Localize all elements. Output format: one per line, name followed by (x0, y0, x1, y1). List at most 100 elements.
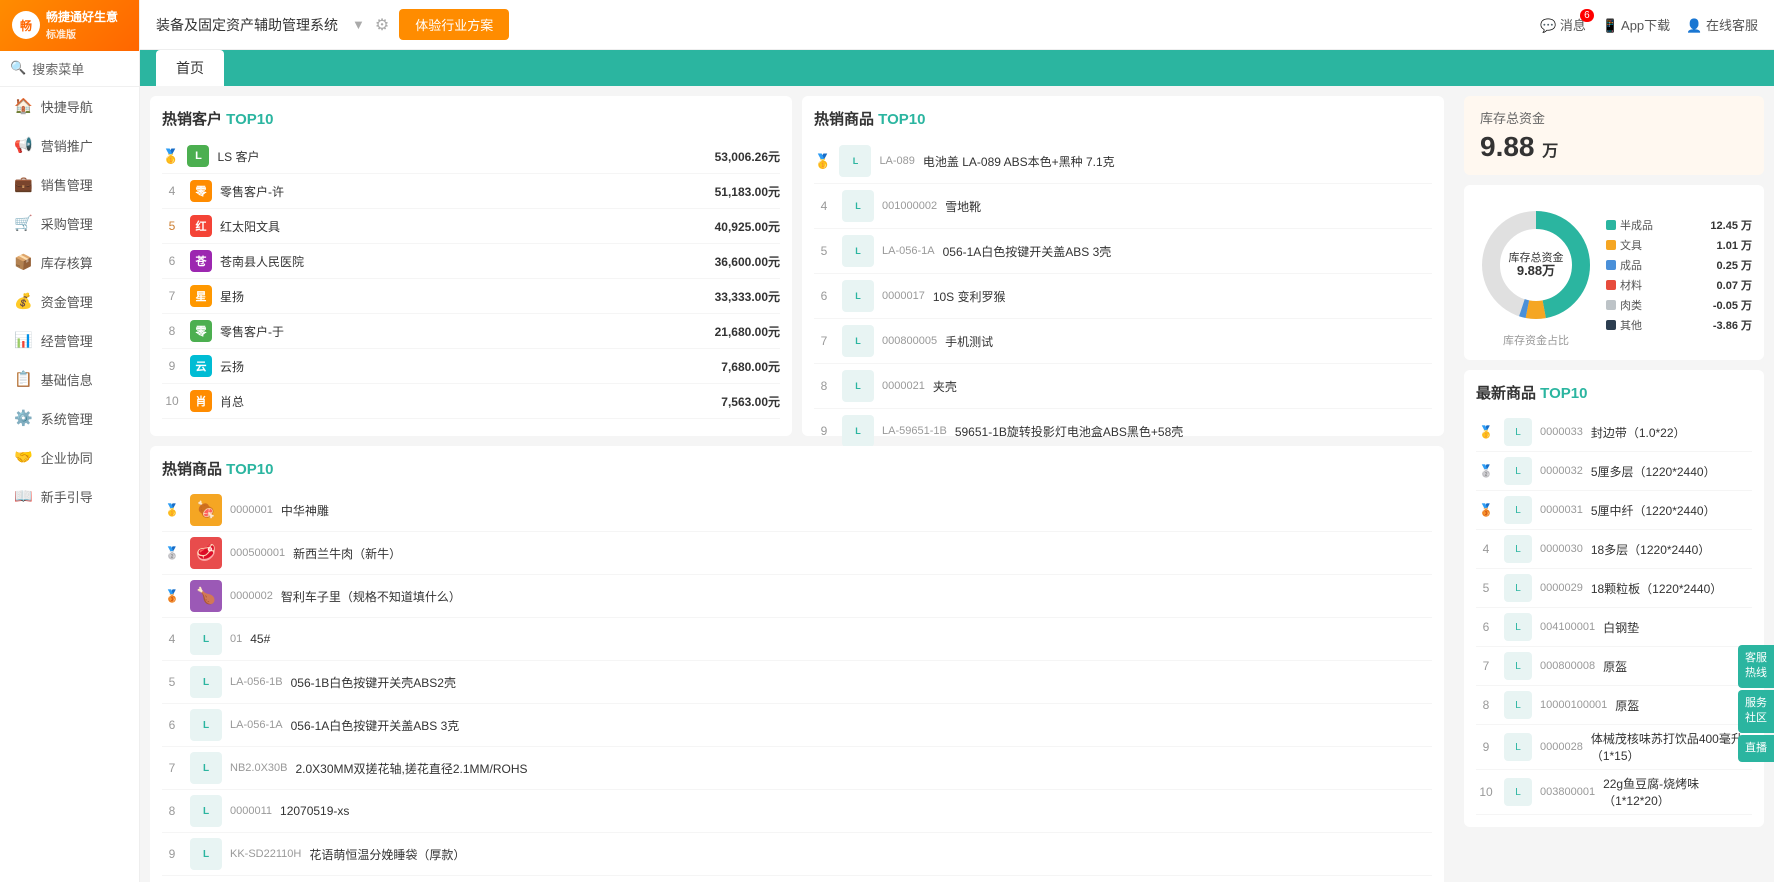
product-code: 000800005 (882, 335, 937, 347)
tab-home[interactable]: 首页 (156, 50, 224, 86)
legend-dot (1606, 320, 1616, 330)
product-code: 0000001 (230, 504, 273, 516)
product-name: 2.0X30MM双搓花轴,搓花直径2.1MM/ROHS (295, 760, 1432, 777)
product-code: NB2.0X30B (230, 762, 287, 774)
sidebar-item-sales[interactable]: 💼 销售管理 (0, 165, 139, 204)
trending-item: 🥇 L LA-089 电池盖 LA-089 ABS本色+黑种 7.1克 (814, 139, 1432, 184)
rank-num: 7 (1476, 659, 1496, 673)
customer-rank-item: 4 零 零售客户-许 51,183.00元 (162, 174, 780, 209)
product-name: 体械茂核味苏打饮品400毫升（1*15） (1591, 730, 1752, 764)
rank-num: 7 (162, 761, 182, 775)
product-code: 10000100001 (1540, 699, 1607, 711)
trending-item: 4 L 001000002 雪地靴 (814, 184, 1432, 229)
product-code: 0000032 (1540, 465, 1583, 477)
trending-list: 🥇 L LA-089 电池盖 LA-089 ABS本色+黑种 7.1克 4 L … (814, 139, 1432, 454)
message-badge[interactable]: 💬 消息 6 (1540, 15, 1586, 34)
sidebar-item-system[interactable]: ⚙️ 系统管理 (0, 399, 139, 438)
settings-gear-icon[interactable]: ⚙ (375, 15, 389, 35)
sidebar-item-guide[interactable]: 📖 新手引导 (0, 477, 139, 516)
legend-dot (1606, 280, 1616, 290)
online-service[interactable]: 👤 在线客服 (1686, 15, 1758, 34)
new-products-title: 最新商品 TOP10 (1476, 382, 1752, 403)
product-code: LA-056-1A (882, 245, 935, 257)
product-code: LA-089 (879, 155, 914, 167)
new-products-list: 🥇 L 0000033 封边带（1.0*22） 🥈 L 0000032 5厘多层… (1476, 413, 1752, 815)
sidebar-item-finance[interactable]: 💰 资金管理 (0, 282, 139, 321)
product-img: L (842, 280, 874, 312)
search-menu-item[interactable]: 🔍 搜索菜单 (0, 51, 139, 87)
product-name: 电池盖 LA-089 ABS本色+黑种 7.1克 (923, 153, 1432, 170)
product-code: 0000031 (1540, 504, 1583, 516)
product-name: 59651-1B旋转投影灯电池盒ABS黑色+58壳 (955, 423, 1432, 440)
trial-button[interactable]: 体验行业方案 (399, 9, 509, 40)
product-name: 18颗粒板（1220*2440） (1591, 580, 1752, 597)
product-thumb: L (1504, 457, 1532, 485)
customer-avatar: 苍 (190, 250, 212, 272)
chart-section: 库存总资金 9.88万 库存资金占比 半成品 12.45 万 (1476, 205, 1752, 348)
customer-amount: 7,680.00元 (721, 358, 780, 375)
inventory-total-value: 9.88 万 (1480, 131, 1748, 163)
product-code: 000500001 (230, 547, 285, 559)
product-thumb: L (1504, 691, 1532, 719)
medal-icon: 🥇 (814, 153, 831, 170)
service-icon: 👤 (1686, 18, 1702, 33)
inventory-unit: 万 (1542, 143, 1558, 160)
product-thumb: L (1504, 613, 1532, 641)
customer-amount: 33,333.00元 (715, 288, 780, 305)
search-label: 搜索菜单 (32, 59, 84, 78)
cs-hotline-btn[interactable]: 客服热线 (1738, 645, 1774, 688)
topbar: 装备及固定资产辅助管理系统 ▼ ⚙ 体验行业方案 💬 消息 6 📱 App下载 … (140, 0, 1774, 50)
product-item: 9 L KK-SD22110H 花语萌恒温分娩睡袋（厚款） (162, 833, 1432, 876)
sidebar-item-quicknav[interactable]: 🏠 快捷导航 (0, 87, 139, 126)
new-product-item: 🥇 L 0000033 封边带（1.0*22） (1476, 413, 1752, 452)
customer-amount: 40,925.00元 (715, 218, 780, 235)
inventory-value-num: 9.88 (1480, 131, 1535, 162)
product-code: LA-59651-1B (882, 425, 947, 437)
hot-highlight: TOP10 (226, 461, 273, 478)
product-code: KK-SD22110H (230, 848, 301, 860)
rank-num: 8 (162, 324, 182, 338)
logo-line2: 标准版 (46, 26, 118, 41)
product-code: 004100001 (1540, 621, 1595, 633)
sidebar-item-label: 新手引导 (41, 487, 93, 506)
rank-num: 9 (162, 359, 182, 373)
sidebar-item-operations[interactable]: 📊 经营管理 (0, 321, 139, 360)
rank-num: 4 (162, 184, 182, 198)
rank-num: 10 (162, 394, 182, 408)
top-customers-highlight: TOP10 (226, 111, 273, 128)
product-thumb: L (1504, 652, 1532, 680)
legend-label: 文具 (1620, 237, 1713, 253)
hot-products-card: 热销商品 TOP10 🥇 🍖 0000001 中华神雕 🥈 � (150, 446, 1444, 882)
cs-community-btn[interactable]: 服务社区 (1738, 690, 1774, 733)
dropdown-arrow-icon[interactable]: ▼ (352, 17, 365, 32)
logo-line1: 畅捷通好生意 (46, 10, 118, 26)
app-download[interactable]: 📱 App下载 (1602, 15, 1670, 34)
sidebar-item-collab[interactable]: 🤝 企业协同 (0, 438, 139, 477)
customer-rank-item: 7 星 星扬 33,333.00元 (162, 279, 780, 314)
logo-text-wrap: 畅捷通好生意 标准版 (46, 10, 118, 41)
message-count: 6 (1580, 9, 1594, 22)
legend-dot (1606, 300, 1616, 310)
main-area: 装备及固定资产辅助管理系统 ▼ ⚙ 体验行业方案 💬 消息 6 📱 App下载 … (140, 0, 1774, 882)
customer-rank-item: 5 红 红太阳文具 40,925.00元 (162, 209, 780, 244)
product-item: 🥇 🍖 0000001 中华神雕 (162, 489, 1432, 532)
sidebar-item-basics[interactable]: 📋 基础信息 (0, 360, 139, 399)
product-image-placeholder: L (190, 666, 222, 698)
product-name: 白钢垫 (1603, 619, 1752, 636)
legend-item-other: 其他 -3.86 万 (1606, 317, 1752, 333)
cs-livestream-btn[interactable]: 直播 (1738, 735, 1774, 762)
legend-item-banchenpin: 半成品 12.45 万 (1606, 217, 1752, 233)
sidebar-item-purchase[interactable]: 🛒 采购管理 (0, 204, 139, 243)
sidebar-item-label: 资金管理 (41, 292, 93, 311)
product-image-placeholder: L (190, 709, 222, 741)
product-code: 003800001 (1540, 786, 1595, 798)
sidebar-item-inventory[interactable]: 📦 库存核算 (0, 243, 139, 282)
product-name: 原盔 (1615, 697, 1752, 714)
marketing-icon: 📢 (14, 136, 33, 154)
product-item: 🥈 🥩 000500001 新西兰牛肉（新牛） (162, 532, 1432, 575)
customer-avatar: 云 (190, 355, 212, 377)
purchase-icon: 🛒 (14, 214, 33, 232)
hot-products-title: 热销商品 TOP10 (162, 458, 1432, 479)
sidebar-item-marketing[interactable]: 📢 营销推广 (0, 126, 139, 165)
customer-avatar: 零 (190, 180, 212, 202)
